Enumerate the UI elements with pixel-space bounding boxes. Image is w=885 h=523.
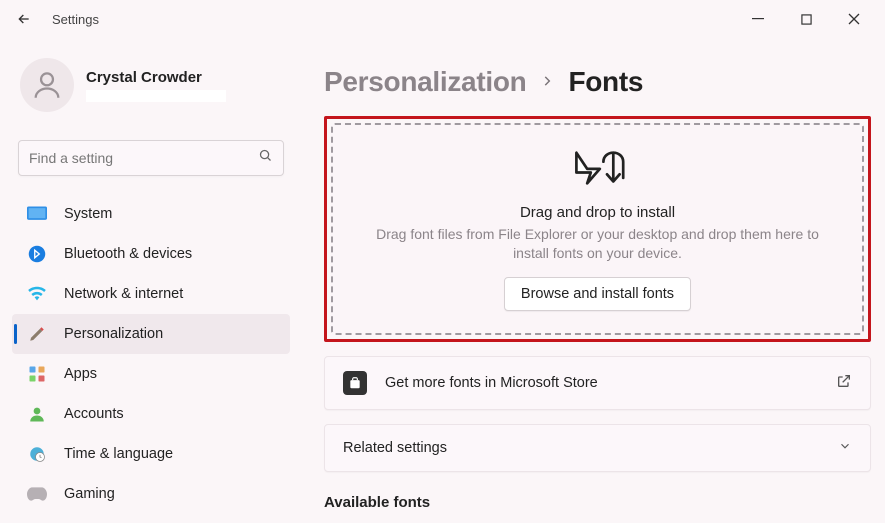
nav-label: System: [64, 206, 112, 222]
close-button[interactable]: [839, 4, 869, 34]
avatar: [20, 58, 74, 112]
drop-zone-description: Drag font files from File Explorer or yo…: [363, 225, 832, 263]
nav-item-apps[interactable]: Apps: [12, 354, 290, 394]
sidebar: Crystal Crowder System Bluetooth & devic…: [0, 38, 298, 523]
arrow-left-icon: [16, 11, 32, 27]
close-icon: [848, 13, 860, 25]
back-button[interactable]: [10, 5, 38, 33]
store-card-label: Get more fonts in Microsoft Store: [385, 375, 598, 391]
main-content: Personalization Fonts Drag and drop to i…: [298, 38, 885, 523]
search-box[interactable]: [18, 140, 284, 176]
related-settings-card[interactable]: Related settings: [324, 424, 871, 472]
available-fonts-heading: Available fonts: [324, 494, 871, 511]
maximize-icon: [801, 14, 812, 25]
search-icon: [258, 148, 273, 168]
nav-item-personalization[interactable]: Personalization: [12, 314, 290, 354]
profile-email-placeholder: [86, 90, 226, 102]
store-icon: [343, 371, 367, 395]
nav-label: Accounts: [64, 406, 124, 422]
breadcrumb-parent[interactable]: Personalization: [324, 66, 526, 98]
nav-label: Time & language: [64, 446, 173, 462]
profile-block[interactable]: Crystal Crowder: [12, 52, 290, 130]
window-controls: [743, 4, 875, 34]
apps-icon: [26, 363, 48, 385]
nav-item-network[interactable]: Network & internet: [12, 274, 290, 314]
microsoft-store-card[interactable]: Get more fonts in Microsoft Store: [324, 356, 871, 410]
globe-clock-icon: [26, 443, 48, 465]
related-settings-label: Related settings: [343, 440, 447, 456]
drop-zone-title: Drag and drop to install: [520, 204, 675, 221]
nav-item-time-language[interactable]: Time & language: [12, 434, 290, 474]
nav-item-accounts[interactable]: Accounts: [12, 394, 290, 434]
display-icon: [26, 203, 48, 225]
minimize-button[interactable]: [743, 4, 773, 34]
chevron-right-icon: [540, 71, 554, 94]
nav-item-bluetooth[interactable]: Bluetooth & devices: [12, 234, 290, 274]
nav-item-system[interactable]: System: [12, 194, 290, 234]
drag-drop-icon: [571, 147, 625, 194]
nav-label: Network & internet: [64, 286, 183, 302]
nav-label: Apps: [64, 366, 97, 382]
nav-item-gaming[interactable]: Gaming: [12, 474, 290, 514]
profile-name: Crystal Crowder: [86, 69, 226, 86]
chevron-down-icon: [838, 439, 852, 457]
nav-label: Personalization: [64, 326, 163, 342]
breadcrumb-current: Fonts: [568, 66, 643, 98]
nav-label: Gaming: [64, 486, 115, 502]
highlight-annotation: Drag and drop to install Drag font files…: [324, 116, 871, 342]
maximize-button[interactable]: [791, 4, 821, 34]
bluetooth-icon: [26, 243, 48, 265]
minimize-icon: [752, 13, 764, 25]
font-drop-zone[interactable]: Drag and drop to install Drag font files…: [331, 123, 864, 335]
paintbrush-icon: [26, 323, 48, 345]
gamepad-icon: [26, 483, 48, 505]
breadcrumb: Personalization Fonts: [324, 66, 871, 98]
wifi-icon: [26, 283, 48, 305]
browse-fonts-button[interactable]: Browse and install fonts: [504, 277, 691, 311]
nav-list: System Bluetooth & devices Network & int…: [12, 194, 290, 514]
app-title: Settings: [52, 12, 99, 27]
person-icon: [30, 68, 64, 102]
nav-label: Bluetooth & devices: [64, 246, 192, 262]
open-link-icon: [836, 373, 852, 393]
title-bar: Settings: [0, 0, 885, 38]
search-input[interactable]: [29, 150, 258, 166]
accounts-icon: [26, 403, 48, 425]
